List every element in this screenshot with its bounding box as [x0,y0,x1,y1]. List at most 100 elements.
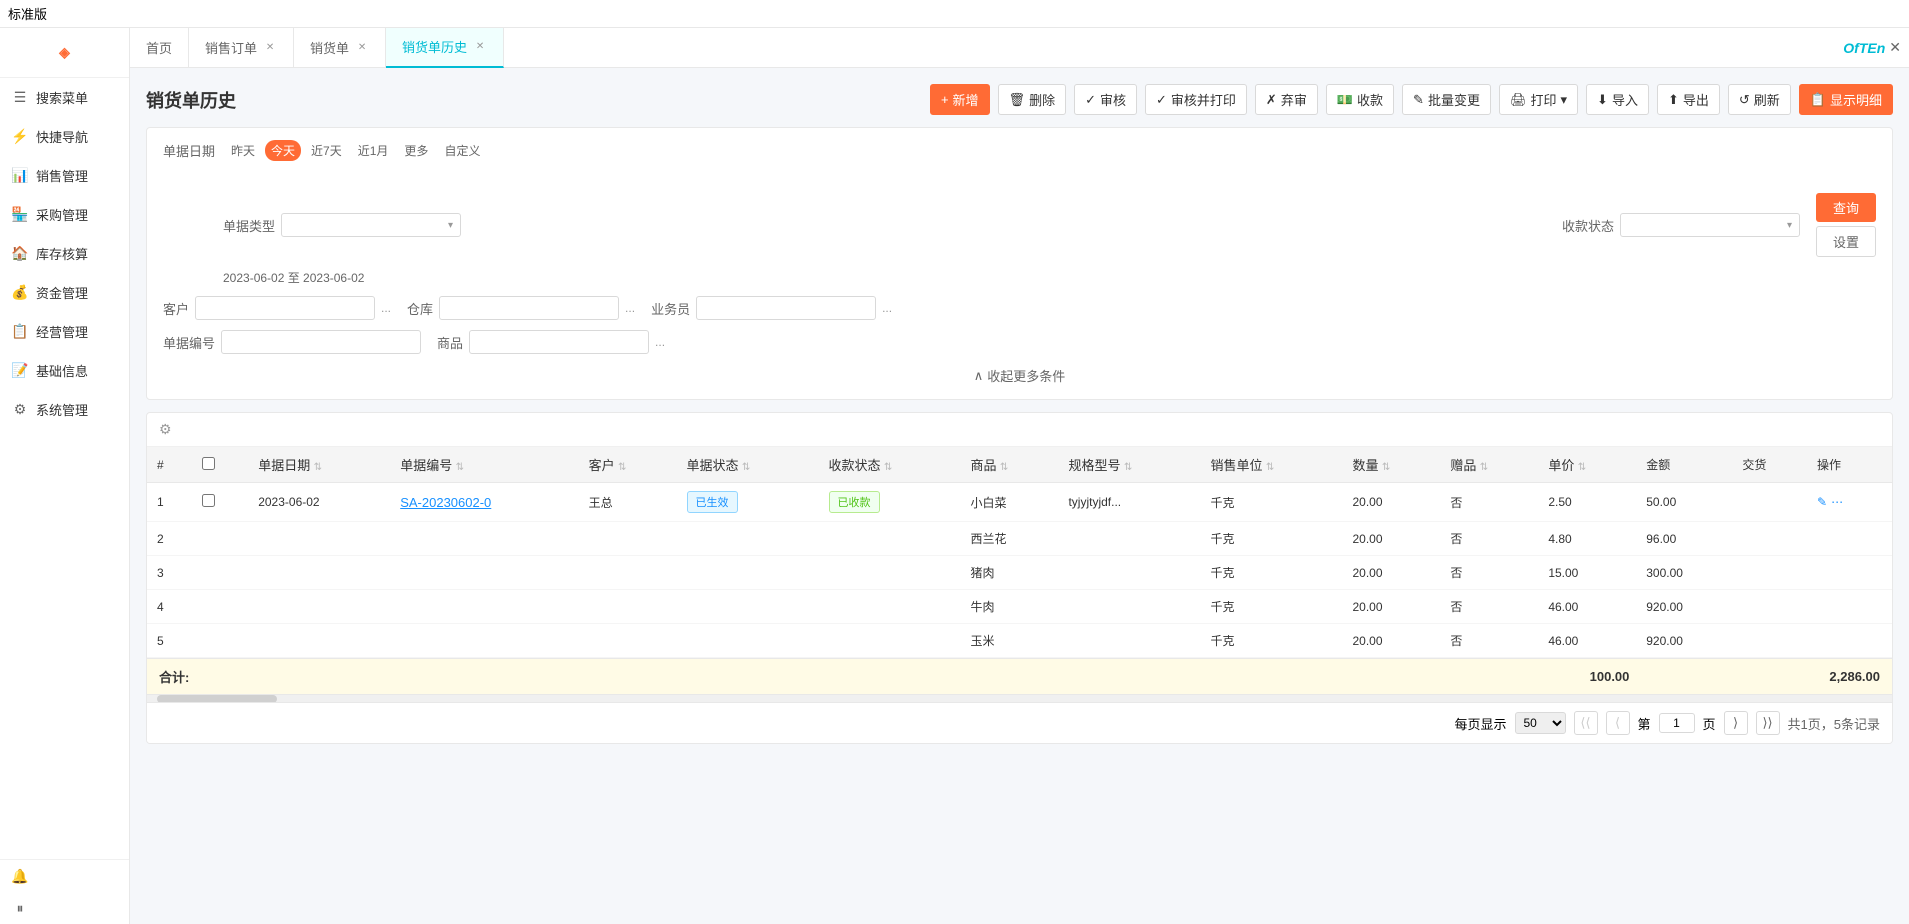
page-next-btn[interactable]: ⟩ [1724,711,1748,735]
col-goods[interactable]: 商品 ⇅ [961,447,1059,483]
btn-set[interactable]: 设置 [1816,226,1876,257]
row-checkbox[interactable] [202,494,215,507]
sidebar-item-sales-mgmt[interactable]: 📊 销售管理 [0,156,129,195]
filter-warehouse-label: 仓库 [407,299,433,318]
warehouse-input[interactable] [439,296,619,320]
btn-show-detail[interactable]: 📋 显示明细 [1799,84,1893,115]
bizperson-input[interactable] [696,296,876,320]
date-shortcut-custom[interactable]: 自定义 [438,140,486,161]
table-controls: ⚙ [147,413,1892,447]
doc-no-link[interactable]: SA-20230602-0 [400,495,491,510]
date-shortcut-7days[interactable]: 近7天 [305,140,348,161]
sidebar-item-inventory[interactable]: 🏠 库存核算 [0,234,129,273]
collapse-btn[interactable]: ∧ 收起更多条件 [966,364,1074,387]
col-doc-status[interactable]: 单据状态 ⇅ [677,447,819,483]
page-last-btn[interactable]: ⟩⟩ [1756,711,1780,735]
table-settings-icon[interactable]: ⚙ [159,421,172,438]
tab-home[interactable]: 首页 [130,28,189,68]
top-bar: 标准版 [0,0,1909,28]
page-input[interactable] [1659,713,1695,733]
col-pay-status[interactable]: 收款状态 ⇅ [819,447,961,483]
sidebar-item-quick-nav[interactable]: ⚡ 快捷导航 [0,117,129,156]
cell-doc-status [677,590,819,624]
cell-pay-status [819,624,961,658]
customer-input[interactable] [195,296,375,320]
cell-gift: 否 [1440,522,1538,556]
filter-warehouse: 仓库 ... [407,296,635,320]
col-spec[interactable]: 规格型号 ⇅ [1058,447,1200,483]
filter-goods: 商品 ... [437,330,665,354]
select-all-checkbox[interactable] [202,457,215,470]
btn-delete[interactable]: 🗑 删除 [998,84,1067,115]
basic-info-icon: 📝 [12,363,28,379]
col-doc-date[interactable]: 单据日期 ⇅ [248,447,390,483]
table-body: 1 2023-06-02 SA-20230602-0 王总 已生效 已收款 小白… [147,483,1892,658]
col-price[interactable]: 单价 ⇅ [1538,447,1636,483]
tab-sales-goods[interactable]: 销货单 ✕ [294,28,386,68]
sort-pay-status-icon: ⇅ [884,462,892,473]
tab-sales-history-close[interactable]: ✕ [473,40,487,54]
btn-receive[interactable]: 💵 收款 [1326,84,1394,115]
col-doc-no[interactable]: 单据编号 ⇅ [390,447,578,483]
col-customer[interactable]: 客户 ⇅ [579,447,677,483]
date-shortcut-1month[interactable]: 近1月 [352,140,395,161]
sidebar-bottom-item1[interactable]: 🔔 [0,860,129,892]
col-unit[interactable]: 销售单位 ⇅ [1200,447,1342,483]
tab-sales-history[interactable]: 销货单历史 ✕ [386,28,504,68]
btn-new[interactable]: + 新增 [930,84,990,115]
col-gift[interactable]: 赠品 ⇅ [1440,447,1538,483]
btn-query[interactable]: 查询 [1816,193,1876,222]
tab-sales-order-close[interactable]: ✕ [263,41,277,55]
sidebar-item-sys-mgmt[interactable]: ⚙ 系统管理 [0,390,129,429]
bizperson-dots[interactable]: ... [882,301,892,315]
btn-discard[interactable]: ✗ 弃审 [1255,84,1318,115]
docno-input[interactable] [221,330,421,354]
date-shortcut-yesterday[interactable]: 昨天 [225,140,261,161]
btn-print[interactable]: 🖨 打印 ▾ [1499,84,1578,115]
paystatus-select[interactable] [1620,213,1800,237]
sidebar-label-finance-mgmt: 资金管理 [36,283,88,302]
btn-audit[interactable]: ✓ 审核 [1074,84,1137,115]
date-shortcut-today[interactable]: 今天 [265,140,301,161]
action-btn[interactable]: ⋯ [1831,495,1843,509]
btn-audit-print[interactable]: ✓ 审核并打印 [1145,84,1247,115]
page-size-select[interactable]: 50 100 [1515,712,1566,734]
goods-input[interactable] [469,330,649,354]
cell-spec [1058,556,1200,590]
cell-doc-status: 已生效 [677,483,819,522]
collapse-label: 收起更多条件 [987,366,1065,385]
cell-customer [579,624,677,658]
goods-dots[interactable]: ... [655,335,665,349]
page-prev-btn[interactable]: ⟨ [1606,711,1630,735]
sidebar-item-finance-mgmt[interactable]: 💰 资金管理 [0,273,129,312]
sidebar-item-search-menu[interactable]: ☰ 搜索菜单 [0,78,129,117]
tab-sales-goods-close[interactable]: ✕ [355,41,369,55]
tab-home-label: 首页 [146,38,172,57]
btn-import[interactable]: ⬇ 导入 [1586,84,1649,115]
customer-dots[interactable]: ... [381,301,391,315]
sidebar-item-basic-info[interactable]: 📝 基础信息 [0,351,129,390]
table-row: 5 玉米 千克 20.00 否 46.00 920.00 [147,624,1892,658]
cell-checkbox [192,590,248,624]
filter-paystatus: 收款状态 [1562,213,1800,237]
btn-batch-change[interactable]: ✎ 批量变更 [1402,84,1491,115]
page-first-btn[interactable]: ⟨⟨ [1574,711,1598,735]
col-qty[interactable]: 数量 ⇅ [1342,447,1440,483]
sidebar-bottom-item2[interactable]: ⏸ [0,892,129,924]
doctype-select[interactable] [281,213,461,237]
btn-refresh[interactable]: ↺ 刷新 [1728,84,1791,115]
date-shortcut-more[interactable]: 更多 [398,140,434,161]
btn-export[interactable]: ⬆ 导出 [1657,84,1720,115]
cell-trade [1732,522,1807,556]
cell-unit: 千克 [1200,624,1342,658]
global-close-btn[interactable]: ✕ [1889,39,1901,56]
date-shortcuts: 昨天 今天 近7天 近1月 更多 自定义 [225,140,486,161]
warehouse-dots[interactable]: ... [625,301,635,315]
action-btn[interactable]: ✎ [1817,495,1827,509]
horizontal-scrollbar[interactable] [147,694,1892,702]
tab-sales-order[interactable]: 销售订单 ✕ [189,28,294,68]
sidebar-item-ops-mgmt[interactable]: 📋 经营管理 [0,312,129,351]
main-table: # 单据日期 ⇅ 单据编号 ⇅ 客户 [147,447,1892,658]
sidebar-item-purchase-mgmt[interactable]: 🏪 采购管理 [0,195,129,234]
cell-trade [1732,590,1807,624]
